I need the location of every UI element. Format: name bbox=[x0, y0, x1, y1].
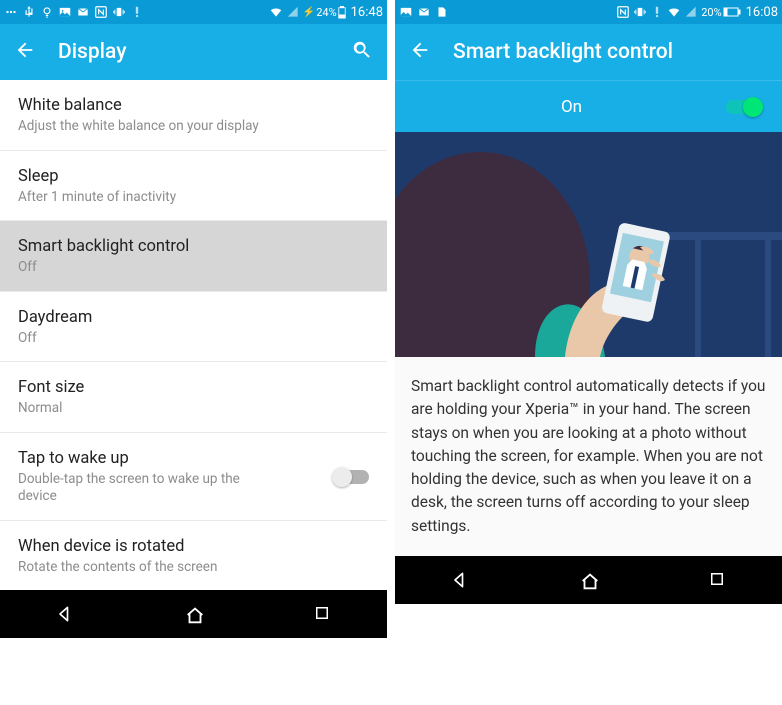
clock: 16:48 bbox=[351, 5, 383, 20]
row-white-balance[interactable]: White balance Adjust the white balance o… bbox=[0, 80, 387, 151]
row-title: White balance bbox=[18, 96, 369, 115]
nfc-icon bbox=[94, 5, 108, 19]
navbar bbox=[395, 556, 782, 604]
row-device-rotated[interactable]: When device is rotated Rotate the conten… bbox=[0, 521, 387, 591]
back-icon[interactable] bbox=[14, 39, 36, 65]
battery-indicator: 20% bbox=[701, 6, 740, 19]
phone-left: ⚡ 24% 16:48 Display White balance Adjust… bbox=[0, 0, 387, 638]
row-sub: Double-tap the screen to wake up the dev… bbox=[18, 471, 278, 506]
page-title: Smart backlight control bbox=[453, 40, 673, 64]
vibrate-icon bbox=[633, 5, 647, 19]
row-title: Font size bbox=[18, 378, 369, 397]
mail-icon bbox=[76, 5, 90, 19]
clock: 16:08 bbox=[746, 5, 778, 20]
row-tap-to-wake[interactable]: Tap to wake up Double-tap the screen to … bbox=[0, 433, 387, 521]
row-title: Daydream bbox=[18, 308, 369, 327]
nav-recent-icon[interactable] bbox=[313, 604, 333, 624]
nav-home-icon[interactable] bbox=[579, 570, 599, 590]
settings-list: White balance Adjust the white balance o… bbox=[0, 80, 387, 590]
phone-right: 20% 16:08 Smart backlight control On bbox=[395, 0, 782, 638]
row-sub: Normal bbox=[18, 400, 369, 418]
nfc-icon bbox=[616, 5, 630, 19]
appbar: Display bbox=[0, 24, 387, 80]
row-title: Sleep bbox=[18, 167, 369, 186]
nav-back-icon[interactable] bbox=[55, 604, 75, 624]
signal-icon bbox=[286, 5, 300, 19]
page-title: Display bbox=[58, 40, 126, 64]
wifi-icon bbox=[667, 5, 681, 19]
navbar bbox=[0, 590, 387, 638]
battery-pct: 24% bbox=[316, 6, 336, 19]
tap-to-wake-switch[interactable] bbox=[335, 470, 369, 484]
more-icon bbox=[4, 5, 18, 19]
row-title: Smart backlight control bbox=[18, 237, 369, 256]
alert-icon bbox=[650, 5, 664, 19]
image-icon bbox=[399, 5, 413, 19]
nav-home-icon[interactable] bbox=[184, 604, 204, 624]
appbar: Smart backlight control bbox=[395, 24, 782, 80]
toggle-bar: On bbox=[395, 80, 782, 132]
statusbar: ⚡ 24% 16:48 bbox=[0, 0, 387, 24]
row-sub: Adjust the white balance on your display bbox=[18, 118, 369, 136]
image-icon bbox=[58, 5, 72, 19]
signal-icon bbox=[684, 5, 698, 19]
alert-icon bbox=[130, 5, 144, 19]
battery-pct: 20% bbox=[701, 6, 721, 19]
vibrate-icon bbox=[112, 5, 126, 19]
wifi-icon bbox=[269, 5, 283, 19]
row-sub: Off bbox=[18, 330, 369, 348]
row-sub: Rotate the contents of the screen bbox=[18, 559, 369, 577]
battery-indicator: ⚡ 24% bbox=[303, 6, 346, 19]
description-text: Smart backlight control automatically de… bbox=[395, 357, 782, 556]
sim-icon bbox=[435, 5, 449, 19]
mail-icon bbox=[417, 5, 431, 19]
usb-icon bbox=[22, 5, 36, 19]
row-sleep[interactable]: Sleep After 1 minute of inactivity bbox=[0, 151, 387, 222]
row-sub: After 1 minute of inactivity bbox=[18, 189, 369, 207]
statusbar: 20% 16:08 bbox=[395, 0, 782, 24]
row-daydream[interactable]: Daydream Off bbox=[0, 292, 387, 363]
row-font-size[interactable]: Font size Normal bbox=[0, 362, 387, 433]
bulb-icon bbox=[40, 5, 54, 19]
back-icon[interactable] bbox=[409, 39, 431, 65]
master-switch[interactable] bbox=[726, 100, 760, 114]
search-icon[interactable] bbox=[351, 39, 373, 65]
row-smart-backlight[interactable]: Smart backlight control Off bbox=[0, 221, 387, 292]
nav-recent-icon[interactable] bbox=[708, 570, 728, 590]
row-sub: Off bbox=[18, 259, 369, 277]
illustration bbox=[395, 132, 782, 357]
row-title: Tap to wake up bbox=[18, 449, 335, 468]
nav-back-icon[interactable] bbox=[450, 570, 470, 590]
row-title: When device is rotated bbox=[18, 537, 369, 556]
toggle-label: On bbox=[417, 97, 726, 117]
